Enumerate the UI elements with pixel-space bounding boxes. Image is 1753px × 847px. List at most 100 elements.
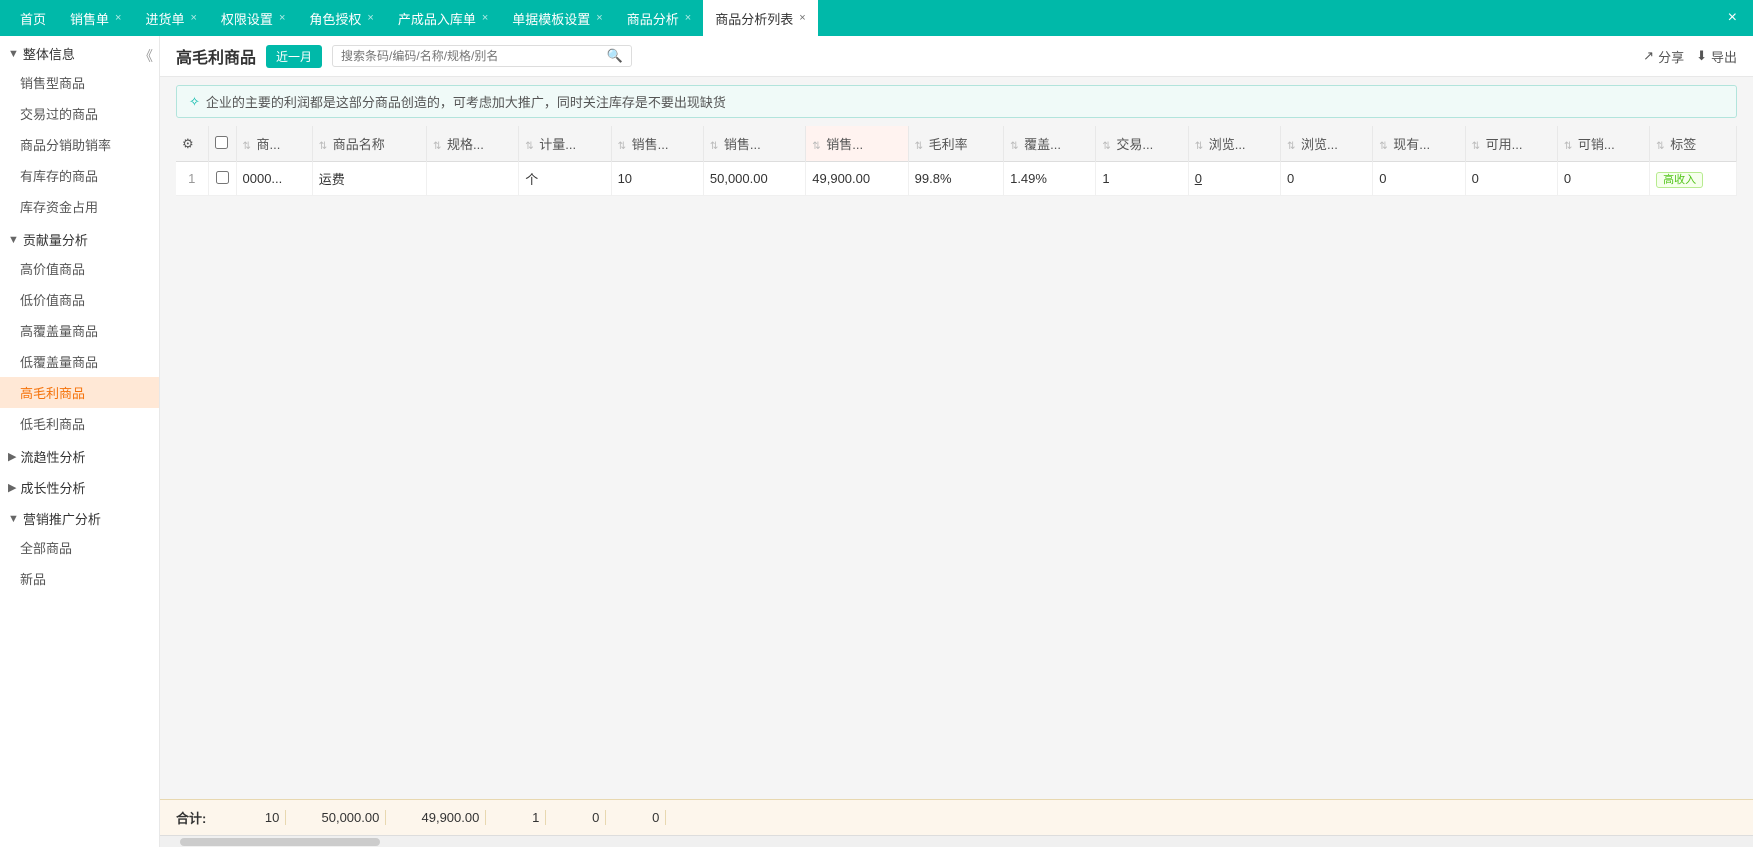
- cell-sales-profit: 49,900.00: [806, 162, 908, 196]
- col-trade-header[interactable]: ⇅ 交易...: [1096, 126, 1188, 162]
- close-analysis-list-tab[interactable]: ×: [799, 12, 805, 24]
- col-tag-header[interactable]: ⇅ 标签: [1650, 126, 1737, 162]
- sidebar-item-low-margin[interactable]: 低毛利商品: [0, 408, 159, 439]
- share-button[interactable]: ↗ 分享: [1643, 47, 1684, 66]
- cell-sales-amount: 50,000.00: [703, 162, 805, 196]
- nav-template-settings[interactable]: 单据模板设置 ×: [500, 0, 614, 36]
- col-sales-qty-header[interactable]: ⇅ 销售...: [611, 126, 703, 162]
- sort-icon-spec: ⇅: [433, 141, 441, 152]
- cell-coverage: 1.49%: [1004, 162, 1096, 196]
- sort-icon-coverage: ⇅: [1010, 141, 1018, 152]
- col-spec-header[interactable]: ⇅ 规格...: [426, 126, 518, 162]
- export-icon: ⬇: [1696, 48, 1707, 64]
- col-available-stock-header[interactable]: ⇅ 可用...: [1465, 126, 1557, 162]
- sort-icon-unit: ⇅: [525, 141, 533, 152]
- nav-product-inbound[interactable]: 产成品入库单 ×: [386, 0, 500, 36]
- cell-tag: 高收入: [1650, 162, 1737, 196]
- sidebar-item-traded-goods[interactable]: 交易过的商品: [0, 98, 159, 129]
- footer-cell-sales-profit: 49,900.00: [386, 810, 486, 825]
- nav-sales[interactable]: 销售单 ×: [58, 0, 133, 36]
- search-input[interactable]: [341, 49, 607, 63]
- horizontal-scrollbar[interactable]: [160, 835, 1753, 847]
- footer-cells: 10 50,000.00 49,900.00 1 0 0: [226, 810, 1737, 825]
- sort-icon-saleable: ⇅: [1564, 141, 1572, 152]
- arrow-overall: ▼: [8, 48, 19, 60]
- table-header-row: ⚙ ⇅ 商... ⇅ 商品名称: [176, 126, 1737, 162]
- main-layout: 《 ▼ 整体信息 销售型商品 交易过的商品 商品分销助销率 有库存的商品 库存资…: [0, 36, 1753, 847]
- arrow-contribution: ▼: [8, 234, 19, 246]
- sidebar-item-stocked-goods[interactable]: 有库存的商品: [0, 160, 159, 191]
- sidebar-item-new-goods[interactable]: 新品: [0, 563, 159, 594]
- sidebar-item-distribution-rate[interactable]: 商品分销助销率: [0, 129, 159, 160]
- sort-icon-sales-profit: ⇅: [812, 141, 820, 152]
- nav-purchase[interactable]: 进货单 ×: [133, 0, 208, 36]
- col-name-header[interactable]: ⇅ 商品名称: [312, 126, 426, 162]
- info-bar: ✧ 企业的主要的利润都是这部分商品创造的，可考虑加大推广，同时关注库存是不要出现…: [176, 85, 1737, 118]
- content-area: 高毛利商品 近一月 🔍 ↗ 分享 ⬇ 导出 ✧ 企业的主要的利润都是这部分商品创…: [160, 36, 1753, 847]
- footer-label: 合计:: [176, 808, 206, 827]
- export-button[interactable]: ⬇ 导出: [1696, 47, 1737, 66]
- sidebar-collapse-button[interactable]: 《: [139, 46, 153, 66]
- col-browse1-header[interactable]: ⇅ 浏览...: [1188, 126, 1280, 162]
- sidebar-group-overall[interactable]: ▼ 整体信息: [0, 36, 159, 67]
- nav-role[interactable]: 角色授权 ×: [297, 0, 385, 36]
- search-icon[interactable]: 🔍: [607, 48, 623, 64]
- col-unit-header[interactable]: ⇅ 计量...: [519, 126, 611, 162]
- sidebar-item-high-value[interactable]: 高价值商品: [0, 253, 159, 284]
- sort-icon-current-stock: ⇅: [1379, 141, 1387, 152]
- col-sales-amount-header[interactable]: ⇅ 销售...: [703, 126, 805, 162]
- nav-home[interactable]: 首页: [8, 0, 58, 36]
- col-code-header[interactable]: ⇅ 商...: [236, 126, 312, 162]
- footer-cell-trade: 1: [486, 810, 546, 825]
- top-navigation: 首页 销售单 × 进货单 × 权限设置 × 角色授权 × 产成品入库单 × 单据…: [0, 0, 1753, 36]
- sidebar-item-low-coverage[interactable]: 低覆盖量商品: [0, 346, 159, 377]
- select-all-checkbox[interactable]: [215, 136, 228, 149]
- close-role-tab[interactable]: ×: [367, 12, 373, 24]
- header-actions: ↗ 分享 ⬇ 导出: [1643, 47, 1737, 66]
- scrollbar-thumb[interactable]: [180, 838, 380, 846]
- sort-icon-gross-margin: ⇅: [915, 141, 923, 152]
- close-product-inbound-tab[interactable]: ×: [482, 12, 488, 24]
- sidebar-item-low-value[interactable]: 低价值商品: [0, 284, 159, 315]
- col-current-stock-header[interactable]: ⇅ 现有...: [1373, 126, 1465, 162]
- col-coverage-header[interactable]: ⇅ 覆盖...: [1004, 126, 1096, 162]
- close-template-tab[interactable]: ×: [596, 12, 602, 24]
- cell-browse1[interactable]: 0: [1188, 162, 1280, 196]
- sidebar-group-marketing[interactable]: ▼ 营销推广分析: [0, 501, 159, 532]
- close-sales-tab[interactable]: ×: [115, 12, 121, 24]
- col-saleable-header[interactable]: ⇅ 可销...: [1557, 126, 1649, 162]
- nav-product-analysis-list[interactable]: 商品分析列表 ×: [703, 0, 817, 36]
- col-gross-margin-header[interactable]: ⇅ 毛利率: [908, 126, 1003, 162]
- sidebar-group-trend[interactable]: ▶ 流趋性分析: [0, 439, 159, 470]
- sidebar-item-high-margin[interactable]: 高毛利商品: [0, 377, 159, 408]
- col-browse2-header[interactable]: ⇅ 浏览...: [1280, 126, 1372, 162]
- cell-gross-margin: 99.8%: [908, 162, 1003, 196]
- cell-spec: [426, 162, 518, 196]
- cell-trade: 1: [1096, 162, 1188, 196]
- nav-product-analysis[interactable]: 商品分析 ×: [615, 0, 703, 36]
- settings-icon: ⚙: [182, 136, 194, 151]
- sidebar-item-sales-goods[interactable]: 销售型商品: [0, 67, 159, 98]
- arrow-trend: ▶: [8, 450, 16, 463]
- sidebar-item-stock-capital[interactable]: 库存资金占用: [0, 191, 159, 222]
- footer-cell-sales-amount: 50,000.00: [286, 810, 386, 825]
- close-all-button[interactable]: ×: [1720, 9, 1745, 27]
- footer-cell-current-stock: 0: [546, 810, 606, 825]
- close-analysis-tab[interactable]: ×: [685, 12, 691, 24]
- footer-cell-available-stock: 0: [606, 810, 666, 825]
- close-permission-tab[interactable]: ×: [279, 12, 285, 24]
- close-purchase-tab[interactable]: ×: [190, 12, 196, 24]
- sort-icon-trade: ⇅: [1102, 141, 1110, 152]
- sidebar-item-high-coverage[interactable]: 高覆盖量商品: [0, 315, 159, 346]
- cell-code: 0000...: [236, 162, 312, 196]
- arrow-growth: ▶: [8, 481, 16, 494]
- nav-permission[interactable]: 权限设置 ×: [209, 0, 297, 36]
- filter-recent-month-button[interactable]: 近一月: [266, 45, 322, 68]
- sidebar-group-contribution[interactable]: ▼ 贡献量分析: [0, 222, 159, 253]
- row-checkbox[interactable]: [216, 171, 229, 184]
- arrow-marketing: ▼: [8, 513, 19, 525]
- sidebar-item-all-goods[interactable]: 全部商品: [0, 532, 159, 563]
- sidebar-group-growth[interactable]: ▶ 成长性分析: [0, 470, 159, 501]
- col-sales-profit-header[interactable]: ⇅ 销售...: [806, 126, 908, 162]
- col-settings[interactable]: ⚙: [176, 126, 208, 162]
